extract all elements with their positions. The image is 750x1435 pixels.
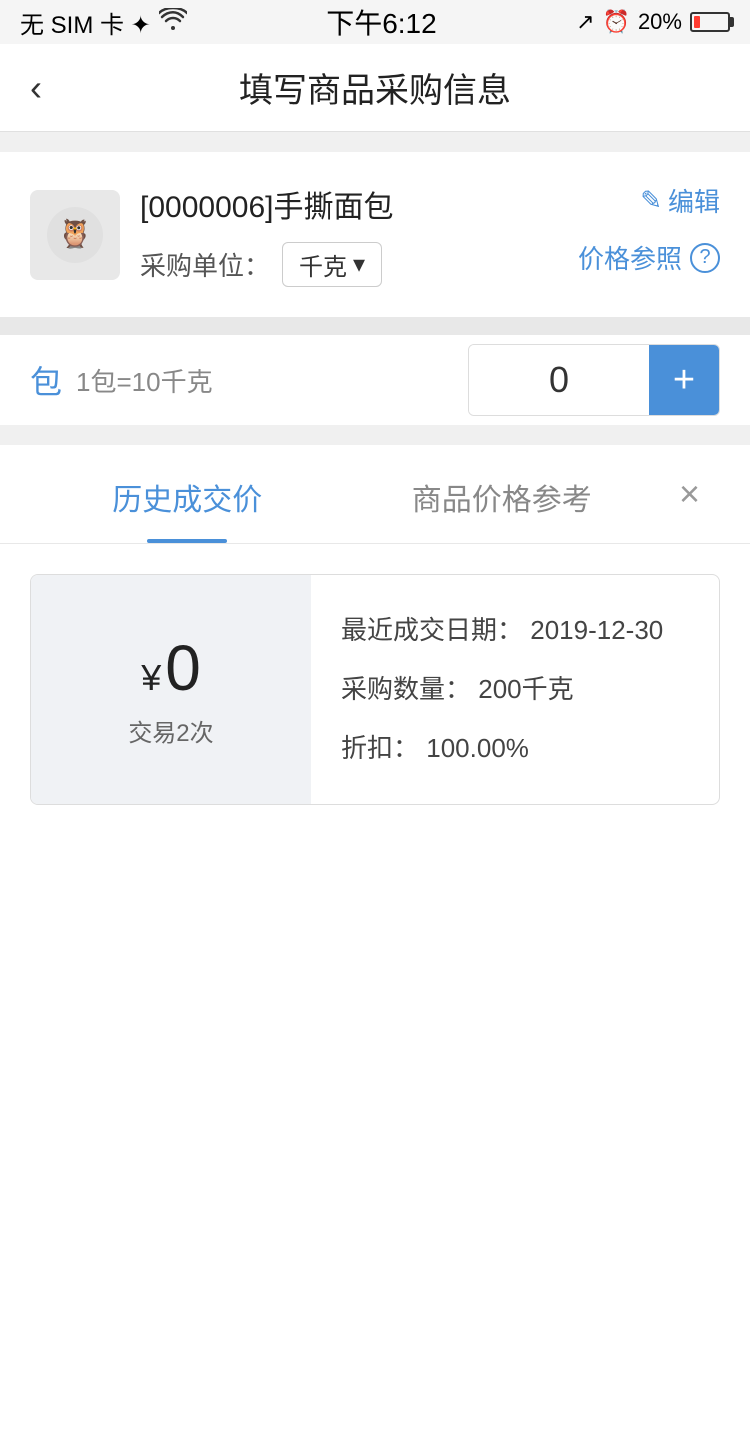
purchase-quantity-row: 采购数量： 200千克 xyxy=(341,670,689,709)
battery-fill xyxy=(694,16,700,28)
help-icon: ? xyxy=(690,243,720,273)
wifi-icon xyxy=(159,8,187,37)
price-card-left: ¥ 0 交易2次 xyxy=(31,575,311,804)
no-sim-text: 无 SIM 卡 ✦ xyxy=(20,5,151,40)
unit-select[interactable]: 千克 ▾ xyxy=(282,242,382,287)
status-left: 无 SIM 卡 ✦ xyxy=(20,5,187,40)
unit-value: 千克 xyxy=(299,247,347,282)
price-amount: ¥ 0 xyxy=(141,631,201,705)
purchase-quantity-label: 采购数量： xyxy=(341,674,471,704)
unit-label: 采购单位： xyxy=(140,246,270,283)
quantity-input[interactable]: 0 xyxy=(469,345,649,415)
alarm-icon: ⏰ xyxy=(603,9,630,35)
price-currency: ¥ xyxy=(141,657,161,699)
tab-close-button[interactable]: × xyxy=(659,463,720,525)
location-icon: ↗ xyxy=(576,9,594,35)
status-bar: 无 SIM 卡 ✦ 下午6:12 ↗ ⏰ 20% xyxy=(0,0,750,44)
tab-section: 历史成交价 商品价格参考 × ¥ 0 交易2次 最近成交日期： 2019-12-… xyxy=(0,445,750,835)
package-icon: 包 xyxy=(30,357,62,403)
product-header: 🦉 [0000006]手撕面包 采购单位： 千克 ▾ ✎ 编辑 xyxy=(30,182,720,287)
quantity-row: 包 1包=10千克 0 + xyxy=(0,335,750,425)
product-info: [0000006]手撕面包 采购单位： 千克 ▾ xyxy=(140,182,393,287)
page-title: 填写商品采购信息 xyxy=(239,63,511,112)
page-background xyxy=(0,835,750,1435)
edit-button[interactable]: ✎ 编辑 xyxy=(640,182,720,219)
recent-date-label: 最近成交日期： xyxy=(341,615,523,645)
discount-label: 折扣： xyxy=(341,733,419,763)
edit-icon: ✎ xyxy=(640,185,662,216)
nav-bar: ‹ 填写商品采购信息 xyxy=(0,44,750,132)
package-conversion: 1包=10千克 xyxy=(76,362,213,399)
battery-icon xyxy=(690,12,730,32)
status-right: ↗ ⏰ 20% xyxy=(576,9,730,35)
section-divider xyxy=(0,317,750,335)
price-value: 0 xyxy=(165,631,201,705)
discount-value: 100.00% xyxy=(426,733,529,763)
price-card: ¥ 0 交易2次 最近成交日期： 2019-12-30 采购数量： 200千克 … xyxy=(30,574,720,805)
battery-percent: 20% xyxy=(638,9,682,35)
price-card-right: 最近成交日期： 2019-12-30 采购数量： 200千克 折扣： 100.0… xyxy=(311,575,719,804)
dropdown-icon: ▾ xyxy=(353,250,365,279)
price-reference-button[interactable]: 价格参照 ? xyxy=(578,239,720,276)
recent-date-row: 最近成交日期： 2019-12-30 xyxy=(341,611,689,650)
back-button[interactable]: ‹ xyxy=(30,67,42,109)
purchase-quantity-value: 200千克 xyxy=(478,674,573,704)
tab-price-reference[interactable]: 商品价格参考 xyxy=(344,445,658,543)
product-right: ✎ 编辑 价格参照 ? xyxy=(578,182,720,276)
product-unit-row: 采购单位： 千克 ▾ xyxy=(140,242,393,287)
quantity-plus-button[interactable]: + xyxy=(649,345,719,415)
status-time: 下午6:12 xyxy=(326,2,437,42)
recent-date-value: 2019-12-30 xyxy=(530,615,663,645)
product-left: 🦉 [0000006]手撕面包 采购单位： 千克 ▾ xyxy=(30,182,393,287)
quantity-controls: 0 + xyxy=(468,344,720,416)
discount-row: 折扣： 100.00% xyxy=(341,729,689,768)
svg-text:🦉: 🦉 xyxy=(58,218,93,250)
quantity-label: 包 1包=10千克 xyxy=(30,357,213,403)
edit-label: 编辑 xyxy=(668,182,720,219)
transaction-count: 交易2次 xyxy=(128,713,213,748)
product-thumbnail: 🦉 xyxy=(30,190,120,280)
tab-bar: 历史成交价 商品价格参考 × xyxy=(0,445,750,544)
product-section: 🦉 [0000006]手撕面包 采购单位： 千克 ▾ ✎ 编辑 xyxy=(0,152,750,317)
price-ref-label: 价格参照 xyxy=(578,239,682,276)
product-name: [0000006]手撕面包 xyxy=(140,182,393,226)
price-card-container: ¥ 0 交易2次 最近成交日期： 2019-12-30 采购数量： 200千克 … xyxy=(0,544,750,835)
tab-historical-price[interactable]: 历史成交价 xyxy=(30,445,344,543)
